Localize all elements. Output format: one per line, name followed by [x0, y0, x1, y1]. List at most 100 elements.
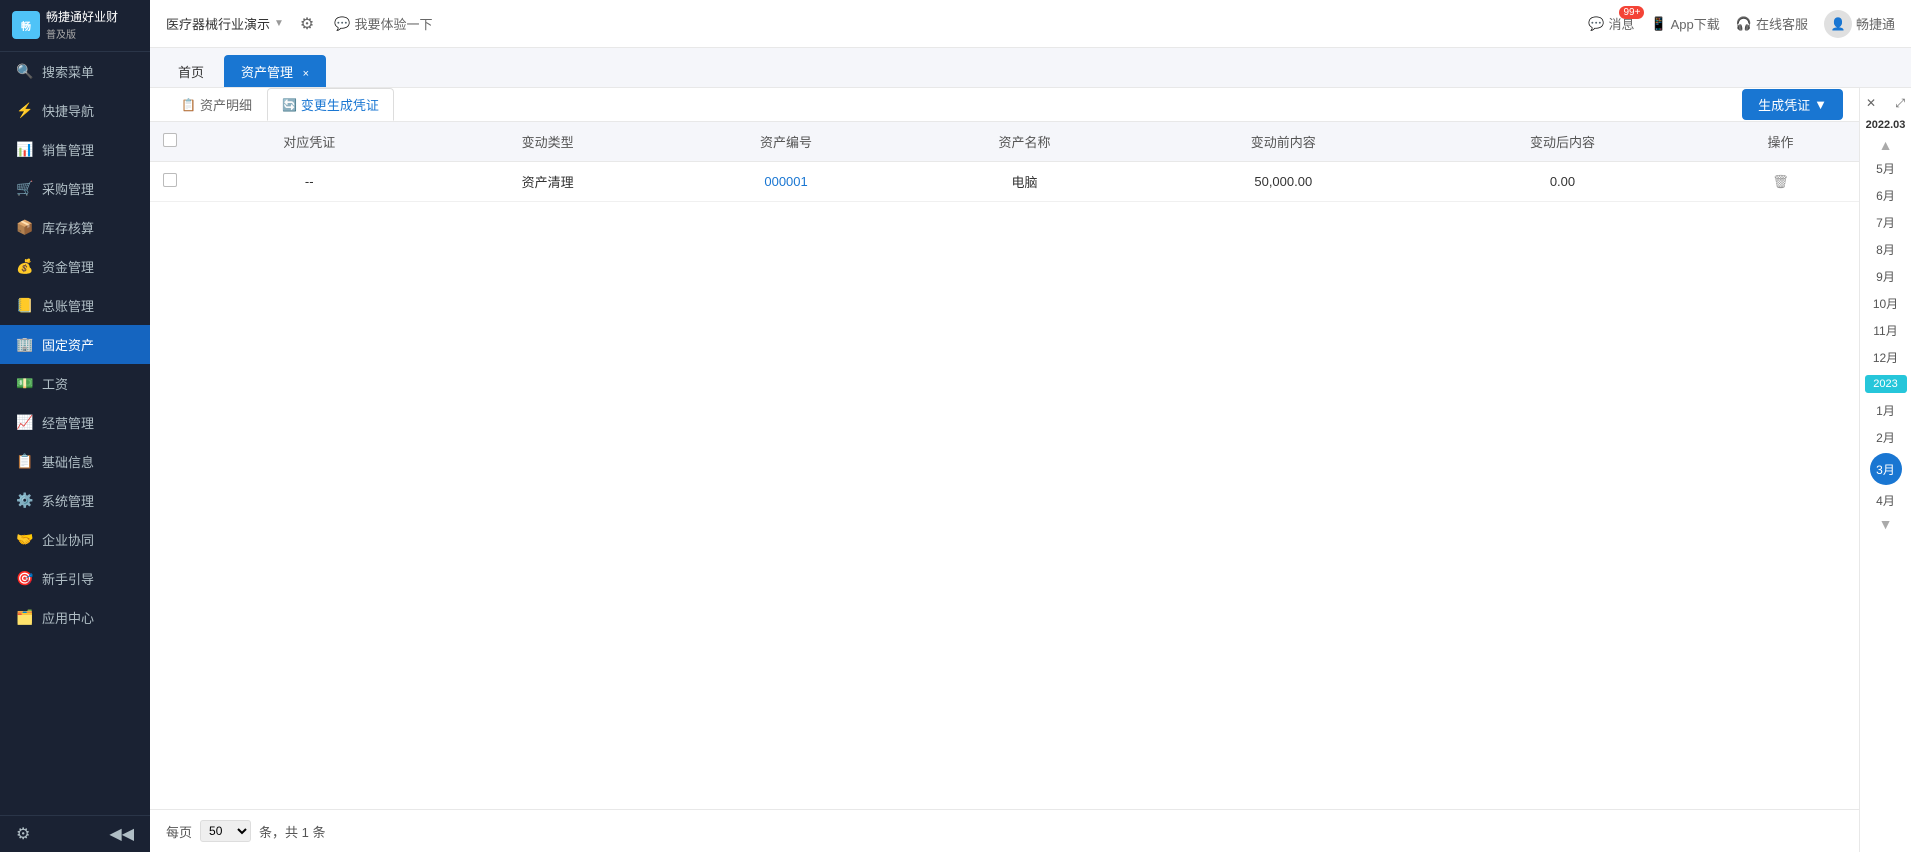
message-button[interactable]: 💬 消息 99+ — [1588, 14, 1634, 33]
settings-gear-icon[interactable]: ⚙ — [300, 14, 314, 34]
collapse-icon[interactable]: ◀◀ — [109, 824, 134, 844]
row-asset-name: 电脑 — [905, 162, 1143, 202]
sidebar-item-label: 基础信息 — [42, 452, 94, 471]
sidebar-item-ledger[interactable]: 📒 总账管理 — [0, 286, 150, 325]
row-checkbox[interactable] — [163, 173, 177, 187]
row-after: 0.00 — [1423, 162, 1702, 202]
sidebar-item-sales[interactable]: 📊 销售管理 — [0, 130, 150, 169]
sidebar-item-inventory[interactable]: 📦 库存核算 — [0, 208, 150, 247]
sidebar-item-label: 销售管理 — [42, 140, 94, 159]
select-all-checkbox[interactable] — [163, 133, 177, 147]
month-2022-8[interactable]: 8月 — [1865, 236, 1907, 263]
cooperation-icon: 🤝 — [16, 530, 34, 548]
sidebar-item-quicknav[interactable]: ⚡ 快捷导航 — [0, 91, 150, 130]
sidebar-item-fixed-assets[interactable]: 🏢 固定资产 — [0, 325, 150, 364]
sidebar-item-system[interactable]: ⚙️ 系统管理 — [0, 481, 150, 520]
app-download-icon: 📱 — [1650, 16, 1666, 32]
purchase-icon: 🛒 — [16, 179, 34, 197]
row-before: 50,000.00 — [1144, 162, 1423, 202]
month-2023-1[interactable]: 1月 — [1865, 397, 1907, 424]
expand-panel-icon[interactable]: ⤢ — [1895, 96, 1905, 111]
customer-service-icon: 🎧 — [1736, 16, 1752, 32]
close-panel-icon[interactable]: ✕ — [1866, 96, 1876, 111]
system-icon: ⚙️ — [16, 491, 34, 509]
sub-tab-change-voucher[interactable]: 🔄 变更生成凭证 — [267, 88, 394, 121]
sidebar-bottom: ⚙ ◀◀ — [0, 815, 150, 852]
table-header-row: 对应凭证 变动类型 资产编号 资产名称 变动前内容 变动后内容 操作 — [150, 122, 1859, 162]
month-2022-7[interactable]: 7月 — [1865, 209, 1907, 236]
username: 畅捷通 — [1856, 14, 1895, 33]
year-2023-label: 2023 — [1865, 375, 1907, 393]
sidebar-item-label: 采购管理 — [42, 179, 94, 198]
panel-controls: ✕ ⤢ — [1860, 92, 1911, 115]
customer-service-label: 在线客服 — [1756, 14, 1808, 33]
sidebar-item-guide[interactable]: 🎯 新手引导 — [0, 559, 150, 598]
col-asset-name: 资产名称 — [905, 122, 1143, 162]
finance-icon: 💰 — [16, 257, 34, 275]
month-2022-12[interactable]: 12月 — [1865, 344, 1907, 371]
user-profile-button[interactable]: 👤 畅捷通 — [1824, 10, 1895, 38]
sidebar-item-purchase[interactable]: 🛒 采购管理 — [0, 169, 150, 208]
top-header: 医疗器械行业演示 ▼ ⚙ 💬 我要体验一下 💬 消息 99+ 📱 App下载 🎧… — [150, 0, 1911, 48]
year-2022-label: 2022.03 — [1866, 115, 1906, 135]
col-before: 变动前内容 — [1144, 122, 1423, 162]
tab-close-icon[interactable]: × — [303, 68, 309, 80]
generate-label: 生成凭证 — [1758, 95, 1810, 114]
sidebar-item-label: 快捷导航 — [42, 101, 94, 120]
sidebar-item-label: 经营管理 — [42, 413, 94, 432]
nav-down-icon[interactable]: ▼ — [1877, 514, 1895, 534]
data-table-wrapper: 对应凭证 变动类型 资产编号 资产名称 变动前内容 变动后内容 操作 — [150, 122, 1859, 809]
tab-asset-management[interactable]: 资产管理 × — [224, 55, 326, 87]
nav-up-icon[interactable]: ▲ — [1877, 135, 1895, 155]
content-main: 📋 资产明细 🔄 变更生成凭证 生成凭证 ▼ — [150, 88, 1859, 852]
sidebar-item-label: 库存核算 — [42, 218, 94, 237]
ledger-icon: 📒 — [16, 296, 34, 314]
month-2023-4[interactable]: 4月 — [1865, 487, 1907, 514]
month-2022-10[interactable]: 10月 — [1865, 290, 1907, 317]
generate-voucher-button[interactable]: 生成凭证 ▼ — [1742, 89, 1843, 120]
company-selector[interactable]: 医疗器械行业演示 ▼ — [166, 14, 284, 33]
operation-icon: 📈 — [16, 413, 34, 431]
logo-icon: 畅 — [12, 11, 40, 39]
col-voucher: 对应凭证 — [190, 122, 428, 162]
sidebar-item-basic[interactable]: 📋 基础信息 — [0, 442, 150, 481]
sidebar-item-search[interactable]: 🔍 搜索菜单 — [0, 52, 150, 91]
month-2023-2[interactable]: 2月 — [1865, 424, 1907, 451]
sidebar-item-cooperation[interactable]: 🤝 企业协同 — [0, 520, 150, 559]
sub-tab-asset-detail-label: 资产明细 — [200, 95, 252, 114]
sub-tab-asset-detail[interactable]: 📋 资产明细 — [166, 88, 267, 121]
sidebar-nav: 🔍 搜索菜单 ⚡ 快捷导航 📊 销售管理 🛒 采购管理 📦 库存核算 💰 资金管… — [0, 52, 150, 815]
month-2022-5[interactable]: 5月 — [1865, 155, 1907, 182]
month-2023-3[interactable]: 3月 — [1870, 453, 1902, 485]
col-after: 变动后内容 — [1423, 122, 1702, 162]
delete-icon[interactable]: 🗑 — [1772, 174, 1789, 189]
app-download-label: App下载 — [1671, 14, 1720, 33]
sidebar-item-appstore[interactable]: 🗂️ 应用中心 — [0, 598, 150, 637]
pagination-bar: 每页 50 10 20 100 条，共 1 条 — [150, 809, 1859, 852]
feedback-btn[interactable]: 💬 我要体验一下 — [334, 14, 432, 33]
right-date-panel: ✕ ⤢ 2022.03 ▲ 5月 6月 7月 8月 9月 10月 11月 12月… — [1859, 88, 1911, 852]
sidebar-item-label: 搜索菜单 — [42, 62, 94, 81]
per-page-select[interactable]: 50 10 20 100 — [200, 820, 251, 842]
tab-home[interactable]: 首页 — [162, 56, 220, 87]
app-download-button[interactable]: 📱 App下载 — [1650, 14, 1719, 33]
sidebar-item-finance[interactable]: 💰 资金管理 — [0, 247, 150, 286]
row-action: 🗑 — [1702, 162, 1859, 202]
col-asset-no: 资产编号 — [667, 122, 905, 162]
row-asset-no: 000001 — [667, 162, 905, 202]
customer-service-button[interactable]: 🎧 在线客服 — [1736, 14, 1808, 33]
search-icon: 🔍 — [16, 62, 34, 80]
settings-icon[interactable]: ⚙ — [16, 824, 30, 844]
month-2022-11[interactable]: 11月 — [1865, 317, 1907, 344]
quicknav-icon: ⚡ — [16, 101, 34, 119]
sidebar-item-label: 总账管理 — [42, 296, 94, 315]
month-2022-6[interactable]: 6月 — [1865, 182, 1907, 209]
asset-change-table: 对应凭证 变动类型 资产编号 资产名称 变动前内容 变动后内容 操作 — [150, 122, 1859, 202]
content-area: 📋 资产明细 🔄 变更生成凭证 生成凭证 ▼ — [150, 88, 1911, 852]
total-label: 条，共 1 条 — [259, 822, 325, 841]
sidebar-item-operation[interactable]: 📈 经营管理 — [0, 403, 150, 442]
guide-icon: 🎯 — [16, 569, 34, 587]
main-area: 医疗器械行业演示 ▼ ⚙ 💬 我要体验一下 💬 消息 99+ 📱 App下载 🎧… — [150, 0, 1911, 852]
month-2022-9[interactable]: 9月 — [1865, 263, 1907, 290]
sidebar-item-salary[interactable]: 💵 工资 — [0, 364, 150, 403]
